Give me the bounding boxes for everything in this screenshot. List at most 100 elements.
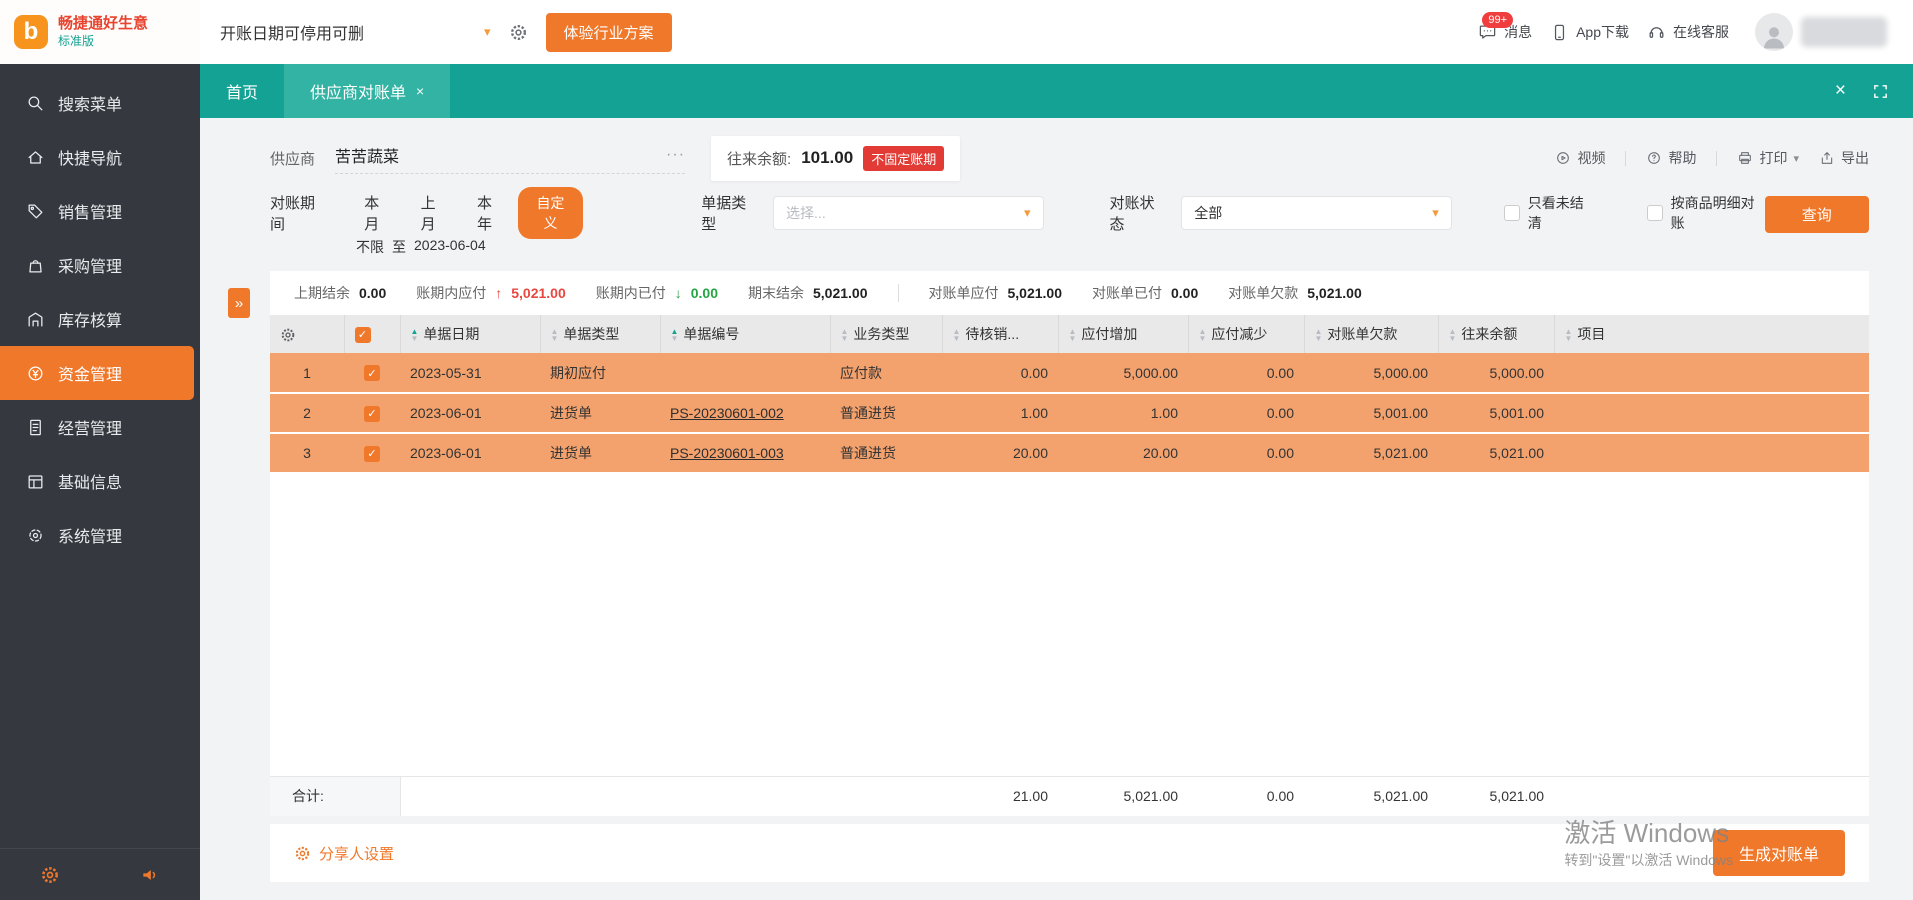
chevron-down-icon: ▾ <box>1024 205 1031 220</box>
col-label: 待核销... <box>965 326 1020 342</box>
share-settings-button[interactable]: 分享人设置 <box>294 843 394 864</box>
date-end[interactable]: 2023-06-04 <box>414 237 486 257</box>
row-checkbox[interactable]: ✓ <box>344 353 400 394</box>
sidebar-item-search-menu[interactable]: 搜索菜单 <box>0 76 200 130</box>
supplier-select-field[interactable]: 苦苦蔬菜 ··· <box>335 143 686 174</box>
status-select[interactable]: 全部 ▾ <box>1181 196 1452 230</box>
table-row[interactable]: 1 ✓ 2023-05-31 期初应付 应付款 0.00 5,000.00 0.… <box>270 353 1869 394</box>
sidebar-item-basic-info[interactable]: 基础信息 <box>0 454 200 508</box>
tab-home[interactable]: 首页 <box>200 64 284 118</box>
app-download-button[interactable]: App下载 <box>1550 22 1629 42</box>
trial-solution-button[interactable]: 体验行业方案 <box>545 12 672 52</box>
sidebar-item-label: 销售管理 <box>58 205 123 222</box>
check-icon: ✓ <box>367 367 377 380</box>
col-doc-date[interactable]: ▲ ▼ 单据日期 <box>400 315 541 353</box>
col-balance[interactable]: ▲ ▼ 往来余额 <box>1438 315 1555 353</box>
close-icon[interactable]: × <box>1835 80 1846 102</box>
sidebar-item-operations[interactable]: 经营管理 <box>0 400 200 454</box>
cell-balance: 5,001.00 <box>1438 393 1554 434</box>
status-label: 对账状态 <box>1109 195 1155 233</box>
unsettled-only-checkbox[interactable]: 只看未结清 <box>1503 195 1595 231</box>
date-start[interactable]: 不限 <box>356 237 384 257</box>
document-icon <box>30 419 41 435</box>
total-statement-due: 5,021.00 <box>1304 775 1439 816</box>
tab-supplier-statement[interactable]: 供应商对账单 × <box>284 64 451 118</box>
sidebar-item-quick-nav[interactable]: 快捷导航 <box>0 130 200 184</box>
col-doc-type[interactable]: ▲ ▼ 单据类型 <box>540 315 661 353</box>
messages-button[interactable]: 99+ 消息 <box>1478 11 1532 42</box>
app-window: b 畅捷通好生意 标准版 搜索菜单 快捷导航 销售管理 采购管理 库存核算 资金… <box>0 0 1913 900</box>
table-row[interactable]: 2 ✓ 2023-06-01 进货单 PS-20230601-002 普通进货 … <box>270 393 1869 434</box>
doc-number-link[interactable]: PS-20230601-003 <box>670 445 784 461</box>
cell-payable-increase: 5,000.00 <box>1058 353 1188 394</box>
cell-project <box>1554 353 1869 394</box>
help-link[interactable]: 帮助 <box>1646 148 1696 168</box>
col-statement-due[interactable]: ▲ ▼ 对账单欠款 <box>1304 315 1439 353</box>
sidebar-item-inventory[interactable]: 库存核算 <box>0 292 200 346</box>
home-icon <box>28 150 43 164</box>
account-set-select[interactable]: 开账日期可停用可删 ▾ <box>220 20 491 44</box>
settings-gear-icon[interactable] <box>40 865 60 885</box>
expand-panel-button[interactable]: » <box>228 288 250 318</box>
col-payable-decrease[interactable]: ▲ ▼ 应付减少 <box>1188 315 1305 353</box>
col-biz-type[interactable]: ▲ ▼ 业务类型 <box>830 315 943 353</box>
print-button[interactable]: 打印 ▾ <box>1737 148 1799 168</box>
table-row[interactable]: 3 ✓ 2023-06-01 进货单 PS-20230601-003 普通进货 … <box>270 433 1869 474</box>
user-account[interactable] <box>1755 13 1887 51</box>
statement-paid-label: 对账单已付 <box>1092 285 1162 301</box>
row-checkbox[interactable]: ✓ <box>344 433 400 474</box>
sidebar-footer <box>0 848 200 900</box>
warehouse-icon <box>28 312 43 326</box>
sidebar-item-system[interactable]: 系统管理 <box>0 508 200 562</box>
credit-period-badge: 不固定账期 <box>863 145 945 171</box>
video-link[interactable]: 视频 <box>1555 148 1605 168</box>
col-project[interactable]: ▲ ▼ 项目 <box>1554 315 1869 353</box>
sidebar-item-funds[interactable]: 资金管理 <box>0 346 194 400</box>
online-service-button[interactable]: 在线客服 <box>1647 22 1729 42</box>
sidebar-item-label: 快捷导航 <box>58 151 123 168</box>
query-button[interactable]: 查询 <box>1764 196 1869 233</box>
supplier-label: 供应商 <box>270 150 316 168</box>
export-button[interactable]: 导出 <box>1819 148 1869 168</box>
down-arrow-icon: ↓ <box>674 285 682 301</box>
row-index: 3 <box>270 433 344 474</box>
more-options-icon[interactable]: ··· <box>666 146 685 164</box>
sidebar-item-purchase[interactable]: 采购管理 <box>0 238 200 292</box>
cell-pending: 1.00 <box>942 393 1058 434</box>
period-last-month-button[interactable]: 上月 <box>403 186 453 240</box>
generate-statement-button[interactable]: 生成对账单 <box>1712 830 1845 876</box>
col-doc-number[interactable]: ▲ ▼ 单据编号 <box>660 315 831 353</box>
column-settings-button[interactable] <box>270 315 345 353</box>
avatar <box>1755 13 1793 51</box>
col-pending[interactable]: ▲ ▼ 待核销... <box>942 315 1059 353</box>
statement-due-value: 5,021.00 <box>1307 285 1362 301</box>
date-range-field[interactable]: 不限 至 2023-06-04 <box>356 237 583 257</box>
row-checkbox[interactable]: ✓ <box>344 393 400 434</box>
col-payable-increase[interactable]: ▲ ▼ 应付增加 <box>1058 315 1189 353</box>
sidebar-item-sales[interactable]: 销售管理 <box>0 184 200 238</box>
cell-pending: 20.00 <box>942 433 1058 474</box>
col-label: 对账单欠款 <box>1327 326 1398 342</box>
select-all-checkbox[interactable]: ✓ <box>344 315 401 353</box>
doc-type-select[interactable]: 选择... ▾ <box>773 196 1044 230</box>
tab-close-icon[interactable]: × <box>416 83 424 99</box>
col-label: 项目 <box>1577 326 1606 342</box>
gear-icon <box>295 846 310 860</box>
share-settings-label: 分享人设置 <box>319 845 395 863</box>
period-paid-label: 账期内已付 <box>595 285 666 301</box>
doc-number-link[interactable]: PS-20230601-002 <box>670 405 784 421</box>
fullscreen-icon[interactable] <box>1872 83 1889 100</box>
account-settings-button[interactable] <box>509 23 528 42</box>
period-this-month-button[interactable]: 本月 <box>347 186 397 240</box>
period-this-year-button[interactable]: 本年 <box>459 186 509 240</box>
tab-active-label: 供应商对账单 <box>310 85 407 102</box>
supplier-value: 苦苦蔬菜 <box>335 148 400 166</box>
table-area: ✓ ▲ ▼ 单据日期 ▲ ▼ 单据类型 ▲ ▼ 单据编号 ▲ ▼ 业务类型 ▲ ▼ 待核销... ▲… <box>270 315 1869 776</box>
search-icon <box>28 96 43 110</box>
by-item-detail-checkbox[interactable]: 按商品明细对账 <box>1646 195 1765 231</box>
total-pending: 21.00 <box>942 775 1059 816</box>
money-icon <box>28 366 43 380</box>
cell-doc-number: PS-20230601-003 <box>660 433 830 474</box>
period-custom-button[interactable]: 自定义 <box>517 187 584 239</box>
volume-icon[interactable] <box>140 865 160 885</box>
